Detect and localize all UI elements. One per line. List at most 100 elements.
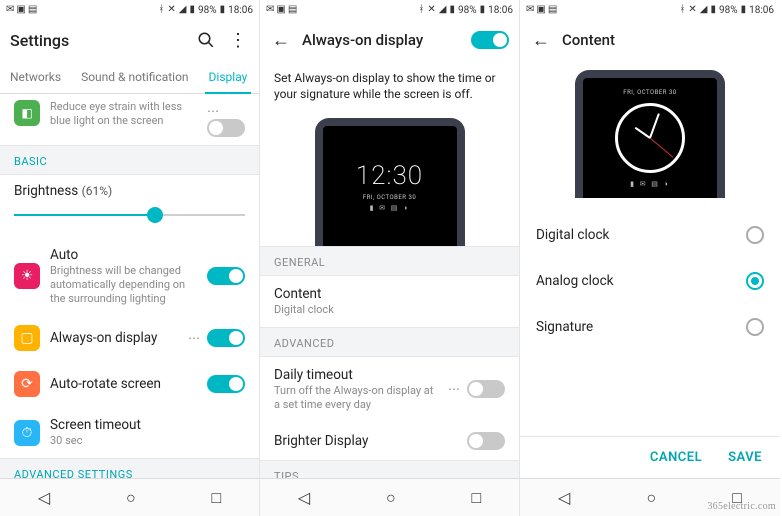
mute-icon: ✕	[167, 5, 175, 15]
digital-radio[interactable]	[746, 226, 764, 244]
bt-icon: ᚼ	[679, 5, 685, 15]
aod-desc: Set Always-on display to show the time o…	[260, 60, 519, 108]
brightness-slider[interactable]	[14, 205, 245, 225]
gm-icon: ✉	[6, 5, 14, 15]
app-bar: Settings ⋮	[0, 20, 259, 60]
nav-bar: ◁ ○ □	[260, 478, 519, 516]
calendar-icon: ▤	[28, 5, 37, 15]
bt-icon: ᚼ	[418, 5, 424, 15]
nav-home[interactable]: ○	[126, 488, 136, 508]
section-tips: TIPS	[260, 460, 519, 478]
brightness-auto-icon: ☀	[14, 263, 40, 289]
brighter-toggle[interactable]	[467, 432, 505, 450]
tab-sound[interactable]: Sound & notification	[71, 60, 198, 93]
row-brighter[interactable]: Brighter Display	[260, 422, 519, 460]
nav-back[interactable]: ◁	[38, 488, 50, 507]
page-title: Always-on display	[302, 31, 423, 49]
status-bar: ✉ ▣ ▤ ᚼ ✕ ◢ ▮ 98% ▮ 18:06	[520, 0, 780, 20]
timeout-label: Screen timeout	[50, 417, 245, 433]
rotate-label: Auto-rotate screen	[50, 376, 197, 392]
signal-icon: ▮	[449, 5, 455, 15]
daily-label: Daily timeout	[274, 367, 438, 383]
pane-aod: ✉ ▣ ▤ ᚼ ✕ ◢ ▮ 98% ▮ 18:06 ← Always-on di…	[260, 0, 520, 516]
auto-label: Auto	[50, 247, 197, 263]
aod-body[interactable]: Set Always-on display to show the time o…	[260, 60, 519, 478]
signature-radio[interactable]	[746, 318, 764, 336]
option-signature[interactable]: Signature	[520, 304, 780, 350]
nav-back[interactable]: ◁	[558, 488, 570, 507]
nav-home[interactable]: ○	[386, 488, 396, 508]
overflow-icon[interactable]: ⋮	[227, 29, 249, 51]
analog-label: Analog clock	[536, 273, 613, 289]
option-analog-clock[interactable]: Analog clock	[520, 258, 780, 304]
search-icon[interactable]	[195, 29, 217, 51]
comfort-view-desc: Reduce eye strain with less blue light o…	[50, 100, 197, 129]
row-timeout[interactable]: ⏱ Screen timeout 30 sec	[0, 407, 259, 458]
brighter-label: Brighter Display	[274, 433, 457, 449]
content-body[interactable]: FRI, OCTOBER 30 ▮ ✉ ▤ ◑ Digital clock An…	[520, 60, 780, 478]
aod-icon: ▢	[14, 325, 40, 351]
wifi-icon: ◢	[700, 5, 708, 15]
section-advanced-settings: ADVANCED SETTINGS	[0, 458, 259, 478]
aod-master-toggle[interactable]	[471, 31, 509, 49]
section-basic: BASIC	[0, 145, 259, 175]
nav-home[interactable]: ○	[646, 488, 656, 508]
rotate-toggle[interactable]	[207, 375, 245, 393]
watermark: 365electric.com	[707, 501, 776, 512]
comfort-view-dots[interactable]: ⋯	[207, 104, 220, 118]
wifi-icon: ◢	[179, 5, 187, 15]
nav-back[interactable]: ◁	[298, 488, 310, 507]
row-rotate[interactable]: ⟳ Auto-rotate screen	[0, 361, 259, 407]
settings-body[interactable]: ◧ Reduce eye strain with less blue light…	[0, 94, 259, 478]
battery-icon: ▮	[480, 5, 486, 15]
row-auto[interactable]: ☀ Auto Brightness will be changed automa…	[0, 237, 259, 315]
pane-content: ✉ ▣ ▤ ᚼ ✕ ◢ ▮ 98% ▮ 18:06 ← Content	[520, 0, 780, 516]
daily-desc: Turn off the Always-on display at a set …	[274, 384, 438, 412]
tabs: Networks Sound & notification Display Ge…	[0, 60, 259, 94]
aod-toggle[interactable]	[207, 329, 245, 347]
preview-date: FRI, OCTOBER 30	[363, 194, 416, 201]
section-general: GENERAL	[260, 246, 519, 276]
mute-icon: ✕	[427, 5, 435, 15]
page-title: Settings	[10, 31, 69, 50]
comfort-view-icon: ◧	[14, 100, 40, 126]
calendar-icon: ▤	[548, 5, 557, 15]
auto-toggle[interactable]	[207, 267, 245, 285]
status-clock: 18:06	[488, 5, 513, 16]
analog-radio[interactable]	[746, 272, 764, 290]
nav-recent[interactable]: □	[211, 488, 221, 508]
signal-icon: ▮	[189, 5, 195, 15]
row-aod[interactable]: ▢ Always-on display ⋯	[0, 315, 259, 361]
row-comfort-view[interactable]: ◧ Reduce eye strain with less blue light…	[0, 94, 259, 145]
battery-pct: 98%	[719, 5, 738, 16]
comfort-view-toggle[interactable]	[207, 119, 245, 137]
back-icon[interactable]: ←	[270, 29, 292, 51]
phone-frame: 12:30 FRI, OCTOBER 30 ▮ ✉ ▤ ◑	[315, 118, 465, 246]
back-icon[interactable]: ←	[530, 29, 552, 51]
timeout-value: 30 sec	[50, 434, 245, 448]
row-daily-timeout[interactable]: Daily timeout Turn off the Always-on dis…	[260, 357, 519, 422]
brightness-pct: (61%)	[82, 184, 113, 198]
status-clock: 18:06	[228, 5, 253, 16]
cancel-button[interactable]: CANCEL	[650, 450, 702, 465]
tab-networks[interactable]: Networks	[0, 60, 71, 93]
row-brightness[interactable]: Brightness (61%)	[0, 175, 259, 237]
wifi-icon: ◢	[439, 5, 447, 15]
digital-label: Digital clock	[536, 227, 609, 243]
analog-clock-icon	[615, 103, 685, 173]
row-content[interactable]: Content Digital clock	[260, 276, 519, 327]
battery-icon: ▮	[220, 5, 226, 15]
nav-bar: ◁ ○ □	[0, 478, 259, 516]
nav-recent[interactable]: □	[471, 488, 481, 508]
option-digital-clock[interactable]: Digital clock	[520, 212, 780, 258]
status-bar: ✉ ▣ ▤ ᚼ ✕ ◢ ▮ 98% ▮ 18:06	[260, 0, 519, 20]
tab-display[interactable]: Display	[199, 60, 258, 93]
content-value: Digital clock	[274, 303, 505, 317]
rotate-icon: ⟳	[14, 371, 40, 397]
content-preview: FRI, OCTOBER 30 ▮ ✉ ▤ ◑	[520, 60, 780, 198]
aod-dots[interactable]: ⋯	[188, 331, 201, 345]
save-button[interactable]: SAVE	[728, 450, 762, 465]
daily-toggle[interactable]	[467, 380, 505, 398]
daily-dots[interactable]: ⋯	[448, 382, 461, 396]
timeout-icon: ⏱	[14, 420, 40, 446]
